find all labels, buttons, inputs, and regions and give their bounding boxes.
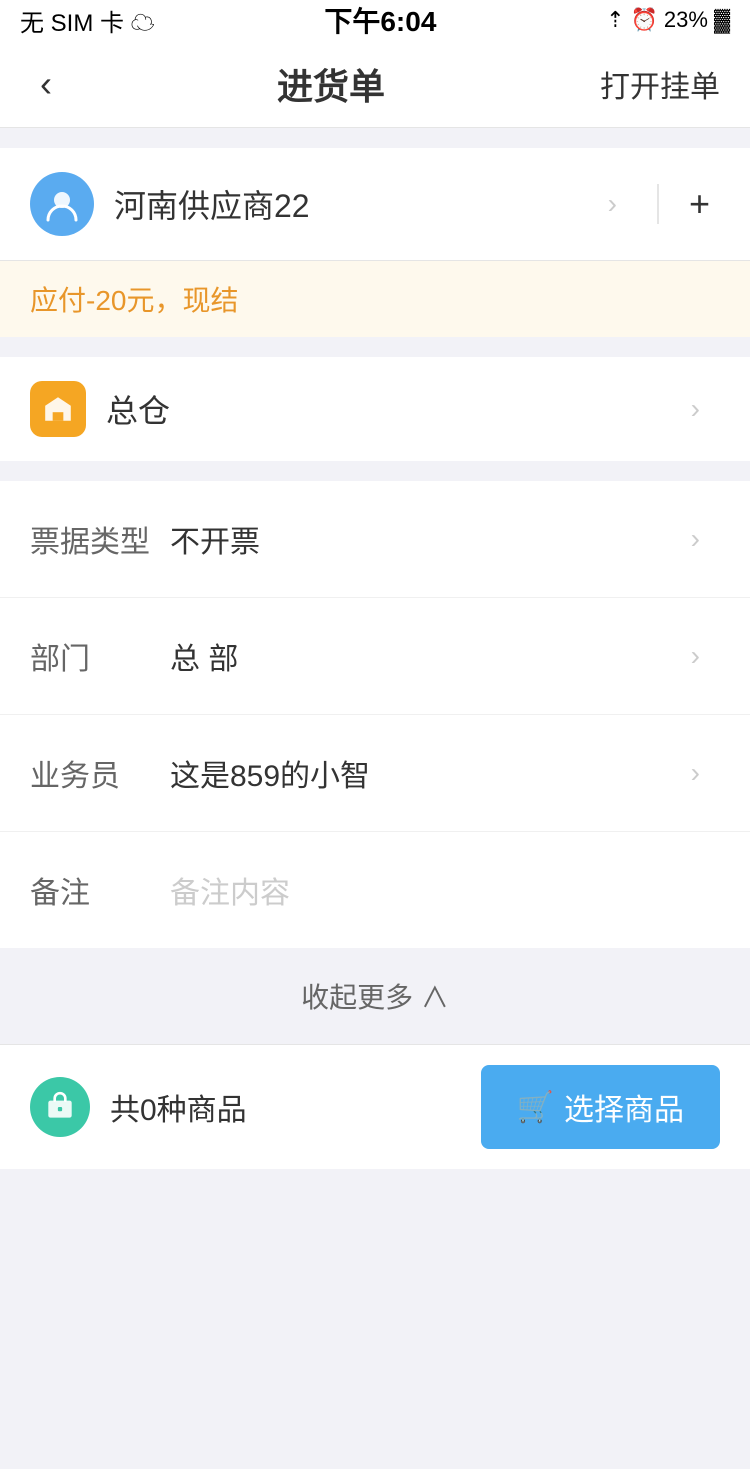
battery-bar: ▓	[714, 7, 730, 33]
status-time: 下午6:04	[324, 0, 436, 40]
page-title: 进货单	[277, 58, 385, 110]
supplier-divider	[657, 184, 659, 224]
status-right: ⇡ ⏰ 23% ▓	[606, 7, 730, 33]
department-value: 总 部	[170, 634, 691, 678]
invoice-value: 不开票	[170, 517, 691, 561]
nav-bar: ‹ 进货单 打开挂单	[0, 40, 750, 128]
collapse-row[interactable]: 收起更多 ∧	[0, 948, 750, 1044]
warehouse-row[interactable]: 总仓 ›	[0, 357, 750, 461]
page-background	[0, 1169, 750, 1469]
invoice-row[interactable]: 票据类型 不开票 ›	[0, 481, 750, 597]
salesman-value: 这是859的小智	[170, 751, 691, 795]
add-supplier-button[interactable]: +	[679, 183, 720, 225]
status-bar: 无 SIM 卡 ☁ 下午6:04 ⇡ ⏰ 23% ▓	[0, 0, 750, 40]
notice-bar: 应付-20元，现结	[0, 261, 750, 337]
battery-icon: ⇡	[606, 7, 624, 33]
status-left: 无 SIM 卡 ☁	[20, 3, 155, 38]
supplier-row[interactable]: 河南供应商22 › +	[0, 148, 750, 261]
select-product-icon: 🛒	[517, 1090, 554, 1125]
supplier-chevron-icon: ›	[608, 188, 617, 220]
select-product-button[interactable]: 🛒 选择商品	[481, 1065, 720, 1149]
battery-level: 23%	[664, 7, 708, 33]
supplier-card: 河南供应商22 › + 应付-20元，现结	[0, 148, 750, 337]
salesman-chevron-icon: ›	[691, 757, 700, 789]
product-icon	[30, 1077, 90, 1137]
remark-label: 备注	[30, 868, 170, 912]
warehouse-icon	[30, 381, 86, 437]
salesman-row[interactable]: 业务员 这是859的小智 ›	[0, 714, 750, 831]
back-button[interactable]: ‹	[30, 53, 62, 115]
collapse-label: 收起更多 ∧	[301, 976, 449, 1016]
warehouse-name: 总仓	[106, 386, 691, 432]
mid-gap-2	[0, 461, 750, 481]
mid-gap-1	[0, 337, 750, 357]
invoice-label: 票据类型	[30, 517, 170, 561]
alarm-icon: ⏰	[631, 7, 658, 33]
salesman-label: 业务员	[30, 751, 170, 795]
department-chevron-icon: ›	[691, 640, 700, 672]
remark-input[interactable]: 备注内容	[170, 868, 720, 912]
form-card: 票据类型 不开票 › 部门 总 部 › 业务员 这是859的小智 › 备注 备注…	[0, 481, 750, 948]
warehouse-chevron-icon: ›	[691, 393, 700, 425]
supplier-avatar	[30, 172, 94, 236]
top-gap	[0, 128, 750, 148]
invoice-chevron-icon: ›	[691, 523, 700, 555]
select-product-label: 选择商品	[564, 1085, 684, 1129]
department-label: 部门	[30, 634, 170, 678]
product-count: 共0种商品	[110, 1085, 481, 1129]
remark-row[interactable]: 备注 备注内容	[0, 831, 750, 948]
supplier-name: 河南供应商22	[114, 181, 608, 227]
open-hang-order-button[interactable]: 打开挂单	[600, 62, 720, 106]
sim-status: 无 SIM 卡 ☁	[20, 3, 155, 38]
bottom-bar: 共0种商品 🛒 选择商品	[0, 1044, 750, 1169]
department-row[interactable]: 部门 总 部 ›	[0, 597, 750, 714]
